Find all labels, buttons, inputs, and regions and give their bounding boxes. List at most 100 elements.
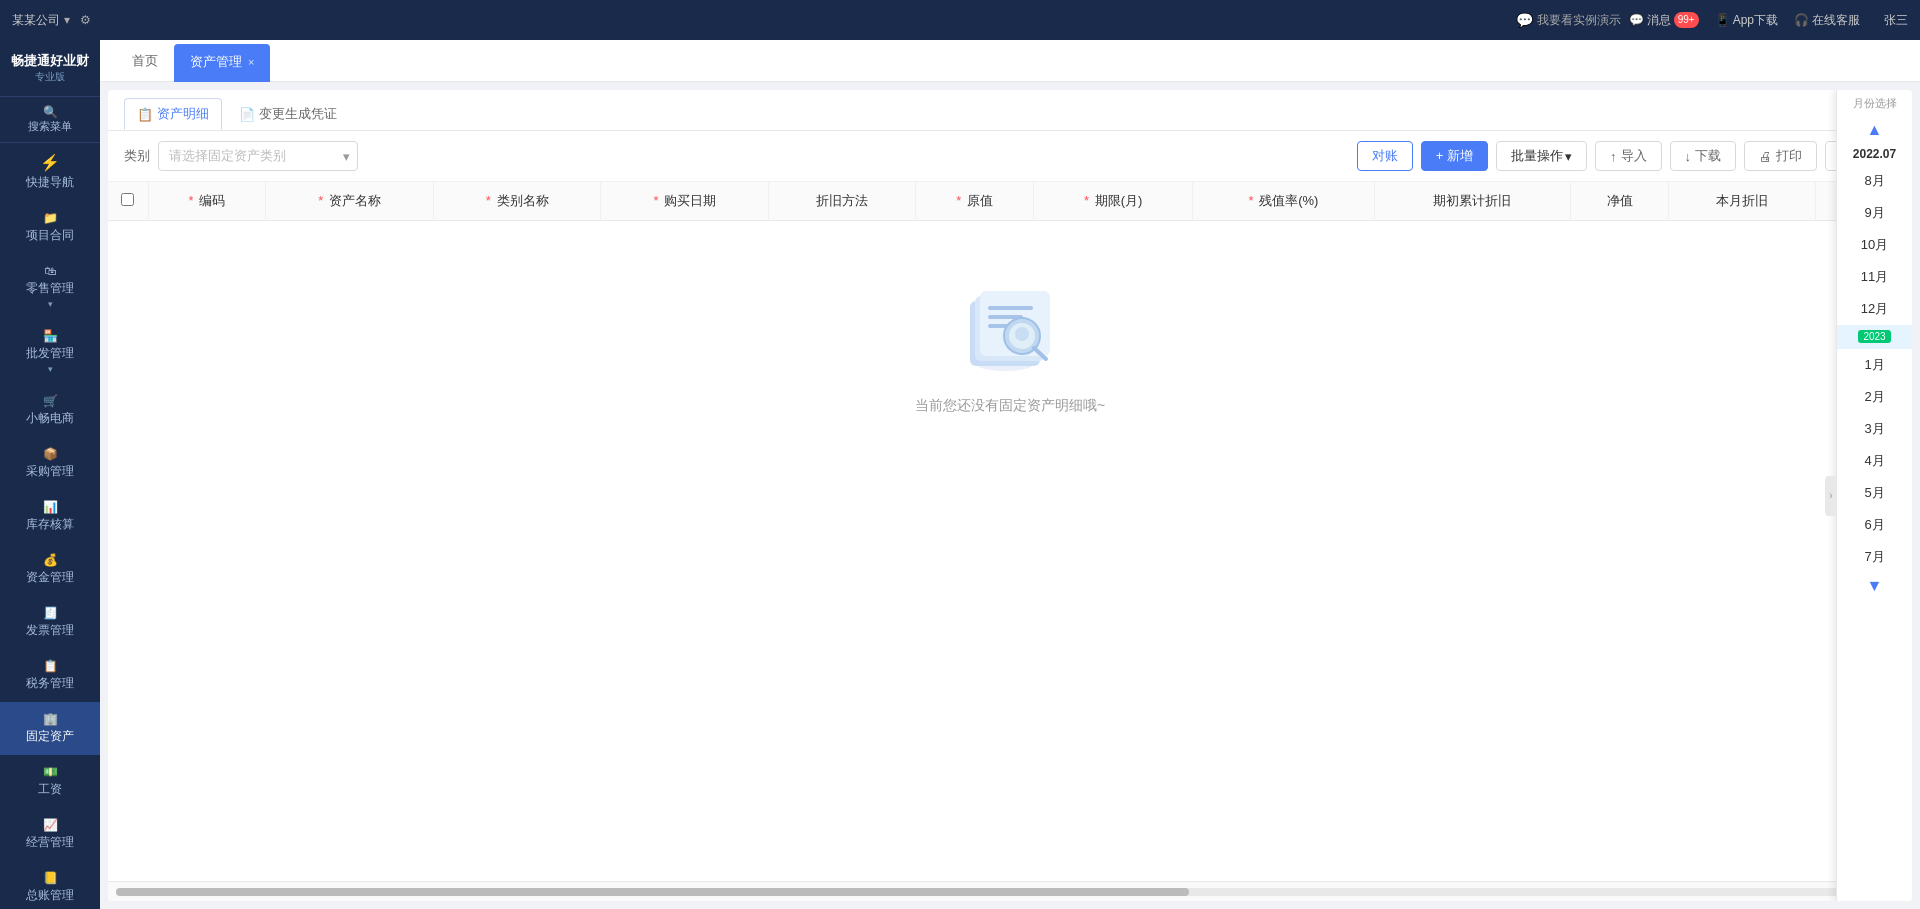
sidebar-item-wholesale[interactable]: 🏪 批发管理 ▾ — [0, 319, 100, 384]
scrollbar-thumb[interactable] — [116, 888, 1189, 896]
month-item-4[interactable]: 4月 — [1837, 445, 1912, 477]
year-2023-badge: 2023 — [1858, 330, 1890, 343]
table-container: * 编码 * 资产名称 * 类别名称 — [108, 182, 1912, 881]
assets-table: * 编码 * 资产名称 * 类别名称 — [108, 182, 1912, 221]
sidebar-search[interactable]: 🔍 搜索菜单 — [0, 97, 100, 143]
voucher-tab-icon: 📄 — [239, 107, 255, 122]
detail-tab-label: 资产明细 — [157, 105, 209, 123]
th-name-label: 资产名称 — [329, 193, 381, 208]
nav-label: 快捷导航 — [26, 174, 74, 191]
retail-label: 零售管理 — [26, 280, 74, 297]
empty-text: 当前您还没有固定资产明细哦~ — [915, 397, 1105, 415]
customer-service-action[interactable]: 🎧 在线客服 — [1794, 12, 1860, 29]
sidebar-item-assets[interactable]: 🏢 固定资产 — [0, 702, 100, 755]
th-original-value-label: 原值 — [967, 193, 993, 208]
headset-icon: 🎧 — [1794, 13, 1809, 27]
sidebar-item-project[interactable]: 📁 项目合同 — [0, 201, 100, 254]
sidebar-item-retail[interactable]: 🛍 零售管理 ▾ — [0, 254, 100, 319]
category-filter: 类别 请选择固定资产类别 — [124, 141, 358, 171]
th-net-value: 净值 — [1571, 182, 1668, 221]
demo-link-text: 我要看实例演示 — [1537, 12, 1621, 29]
sidebar-item-payroll[interactable]: 💵 工资 — [0, 755, 100, 808]
th-period-label: 期限(月) — [1095, 193, 1143, 208]
download-label: 下载 — [1695, 147, 1721, 165]
sidebar-item-ledger[interactable]: 📒 总账管理 — [0, 861, 100, 909]
month-item-12[interactable]: 12月 — [1837, 293, 1912, 325]
app-download-action[interactable]: 📱 App下载 — [1715, 12, 1778, 29]
sub-tabs: 📋 资产明细 📄 变更生成凭证 — [108, 90, 1912, 131]
reconcile-button[interactable]: 对账 — [1357, 141, 1413, 171]
th-monthly-depreciation: 本月折旧 — [1668, 182, 1815, 221]
month-item-11[interactable]: 11月 — [1837, 261, 1912, 293]
tab-home-label: 首页 — [132, 52, 158, 70]
sidebar-item-ecommerce[interactable]: 🛒 小畅电商 — [0, 384, 100, 437]
month-nav-down[interactable]: ▼ — [1837, 573, 1912, 599]
bottom-scrollbar-area — [108, 881, 1912, 901]
month-item-9[interactable]: 9月 — [1837, 197, 1912, 229]
user-name[interactable]: 张三 — [1884, 12, 1908, 29]
sub-tab-voucher[interactable]: 📄 变更生成凭证 — [226, 98, 350, 130]
month-year-label: 2022.07 — [1837, 143, 1912, 165]
app-logo: 畅捷通好业财 专业版 — [0, 40, 100, 97]
th-net-value-label: 净值 — [1607, 193, 1633, 208]
month-item-6[interactable]: 6月 — [1837, 509, 1912, 541]
inventory-label: 库存核算 — [26, 516, 74, 533]
sidebar-item-finance[interactable]: 💰 资金管理 — [0, 543, 100, 596]
month-item-3[interactable]: 3月 — [1837, 413, 1912, 445]
svg-point-10 — [1015, 327, 1029, 341]
month-nav-up[interactable]: ▲ — [1837, 117, 1912, 143]
sidebar: 畅捷通好业财 专业版 🔍 搜索菜单 ⚡ 快捷导航 📁 项目合同 🛍 零售管理 ▾… — [0, 40, 100, 909]
tax-icon: 📋 — [43, 659, 58, 673]
tab-home[interactable]: 首页 — [116, 40, 174, 82]
month-item-7[interactable]: 7月 — [1837, 541, 1912, 573]
sidebar-item-management[interactable]: 📈 经营管理 — [0, 808, 100, 861]
category-select-box[interactable]: 请选择固定资产类别 — [158, 141, 358, 171]
sub-tab-detail[interactable]: 📋 资产明细 — [124, 98, 222, 130]
month-item-5[interactable]: 5月 — [1837, 477, 1912, 509]
th-period: * 期限(月) — [1033, 182, 1192, 221]
sidebar-item-invoice[interactable]: 🧾 发票管理 — [0, 596, 100, 649]
download-icon: ↓ — [1685, 149, 1692, 164]
invoice-icon: 🧾 — [43, 606, 58, 620]
sidebar-item-tax[interactable]: 📋 税务管理 — [0, 649, 100, 702]
import-button[interactable]: ↑ 导入 — [1595, 141, 1662, 171]
company-selector[interactable]: 某某公司 ▾ ⚙ — [12, 12, 91, 29]
sidebar-item-purchase[interactable]: 📦 采购管理 — [0, 437, 100, 490]
tab-assets[interactable]: 资产管理 × — [174, 44, 270, 82]
category-label: 类别 — [124, 147, 150, 165]
horizontal-scrollbar[interactable] — [116, 888, 1904, 896]
project-label: 项目合同 — [26, 227, 74, 244]
wholesale-icon: 🏪 — [43, 329, 58, 343]
message-action[interactable]: 💬 消息 99+ — [1629, 12, 1699, 29]
management-icon: 📈 — [43, 818, 58, 832]
sidebar-item-nav[interactable]: ⚡ 快捷导航 — [0, 143, 100, 201]
th-category-label: 类别名称 — [497, 193, 549, 208]
batch-button[interactable]: 批量操作 ▾ — [1496, 141, 1587, 171]
tab-close-icon[interactable]: × — [248, 56, 254, 68]
message-label: 消息 — [1647, 12, 1671, 29]
payroll-icon: 💵 — [43, 765, 58, 779]
th-residual-rate-label: 残值率(%) — [1259, 193, 1318, 208]
th-residual-rate: * 残值率(%) — [1193, 182, 1374, 221]
month-item-2023[interactable]: 2023 — [1837, 325, 1912, 349]
select-all-checkbox[interactable] — [121, 193, 134, 206]
demo-link[interactable]: 💬 我要看实例演示 — [1516, 12, 1621, 29]
category-select-wrapper[interactable]: 请选择固定资产类别 — [158, 141, 358, 171]
month-item-8[interactable]: 8月 — [1837, 165, 1912, 197]
month-item-10[interactable]: 10月 — [1837, 229, 1912, 261]
download-button[interactable]: ↓ 下载 — [1670, 141, 1737, 171]
svg-rect-4 — [988, 306, 1033, 310]
company-name: 某某公司 — [12, 12, 60, 29]
settings-icon[interactable]: ⚙ — [80, 13, 91, 27]
assets-icon: 🏢 — [43, 712, 58, 726]
add-button[interactable]: + 新增 — [1421, 141, 1488, 171]
sidebar-item-inventory[interactable]: 📊 库存核算 — [0, 490, 100, 543]
dropdown-icon[interactable]: ▾ — [64, 13, 70, 27]
category-placeholder: 请选择固定资产类别 — [169, 148, 286, 163]
ecommerce-label: 小畅电商 — [26, 410, 74, 427]
print-button[interactable]: 🖨 打印 — [1744, 141, 1817, 171]
month-item-2[interactable]: 2月 — [1837, 381, 1912, 413]
month-panel-collapse[interactable]: › — [1825, 476, 1837, 516]
th-original-value: * 原值 — [916, 182, 1034, 221]
month-item-1[interactable]: 1月 — [1837, 349, 1912, 381]
